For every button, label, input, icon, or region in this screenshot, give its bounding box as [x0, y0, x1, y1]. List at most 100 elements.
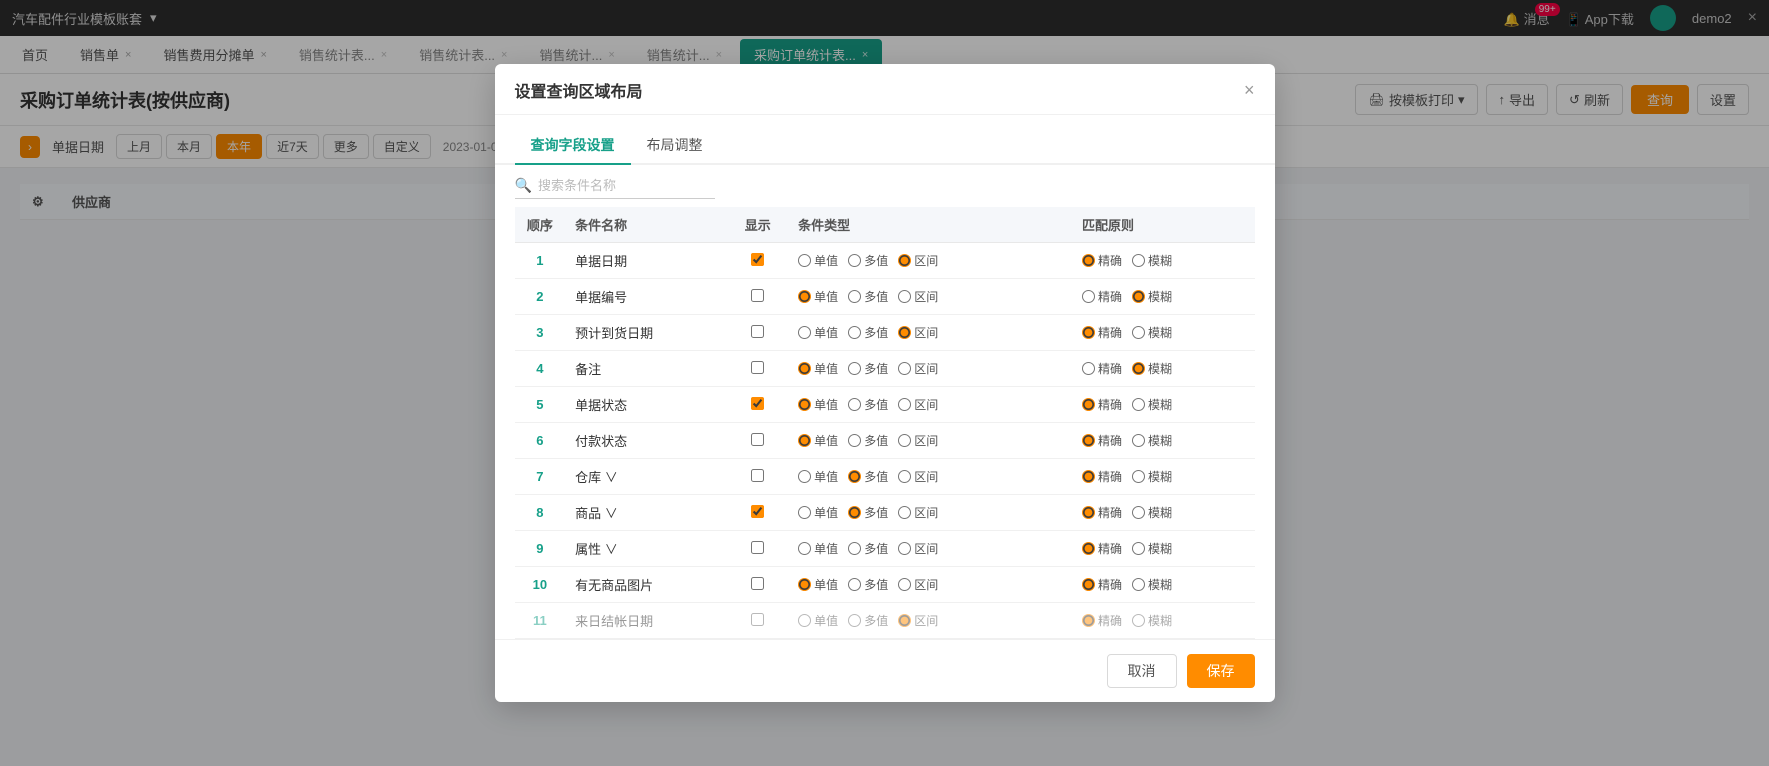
show-checkbox-10[interactable]: [751, 613, 764, 626]
show-checkbox-9[interactable]: [751, 577, 764, 590]
match-radio-label-3-0[interactable]: 精确: [1082, 360, 1122, 377]
row-match-8: 精确模糊: [1072, 531, 1255, 567]
row-match-4: 精确模糊: [1072, 387, 1255, 423]
match-radio-label-1-0[interactable]: 精确: [1082, 288, 1122, 305]
show-checkbox-3[interactable]: [751, 361, 764, 374]
save-btn[interactable]: 保存: [1187, 654, 1255, 688]
modal-tab-query-fields[interactable]: 查询字段设置: [515, 127, 631, 165]
match-radio-label-2-0[interactable]: 精确: [1082, 324, 1122, 341]
match-radio-label-5-0[interactable]: 精确: [1082, 432, 1122, 449]
row-show-0: [727, 243, 788, 279]
match-radio-label-10-1[interactable]: 模糊: [1132, 612, 1172, 629]
show-checkbox-4[interactable]: [751, 397, 764, 410]
th-type: 条件类型: [788, 207, 1072, 243]
match-radio-label-10-0[interactable]: 精确: [1082, 612, 1122, 629]
match-radio-label-7-0[interactable]: 精确: [1082, 504, 1122, 521]
type-radio-label-1-2[interactable]: 区间: [898, 288, 938, 305]
row-show-10: [727, 603, 788, 639]
type-radio-label-7-0[interactable]: 单值: [798, 504, 838, 521]
type-radio-label-2-1[interactable]: 多值: [848, 324, 888, 341]
type-radio-label-5-0[interactable]: 单值: [798, 432, 838, 449]
type-radio-label-8-0[interactable]: 单值: [798, 540, 838, 557]
row-type-1: 单值多值区间: [788, 279, 1072, 315]
fields-table: 顺序 条件名称 显示 条件类型 匹配原则 1单据日期单值多值区间精确模糊2单据编…: [515, 207, 1255, 639]
row-show-8: [727, 531, 788, 567]
type-radio-label-10-1[interactable]: 多值: [848, 612, 888, 629]
match-radio-label-0-0[interactable]: 精确: [1082, 252, 1122, 269]
type-radio-label-3-2[interactable]: 区间: [898, 360, 938, 377]
show-checkbox-1[interactable]: [751, 289, 764, 302]
show-checkbox-5[interactable]: [751, 433, 764, 446]
type-radio-label-3-1[interactable]: 多值: [848, 360, 888, 377]
row-name-1: 单据编号: [565, 279, 727, 315]
type-radio-label-9-1[interactable]: 多值: [848, 576, 888, 593]
type-radio-label-5-1[interactable]: 多值: [848, 432, 888, 449]
type-radio-label-4-0[interactable]: 单值: [798, 396, 838, 413]
th-order: 顺序: [515, 207, 566, 243]
type-radio-label-8-2[interactable]: 区间: [898, 540, 938, 557]
row-name-4: 单据状态: [565, 387, 727, 423]
type-radio-label-0-1[interactable]: 多值: [848, 252, 888, 269]
row-type-9: 单值多值区间: [788, 567, 1072, 603]
modal-overlay: 设置查询区域布局 × 查询字段设置 布局调整 🔍 顺序: [0, 0, 1769, 766]
row-show-2: [727, 315, 788, 351]
type-radio-label-0-0[interactable]: 单值: [798, 252, 838, 269]
modal-close-btn[interactable]: ×: [1244, 80, 1255, 101]
th-show: 显示: [727, 207, 788, 243]
type-radio-label-8-1[interactable]: 多值: [848, 540, 888, 557]
type-radio-label-7-1[interactable]: 多值: [848, 504, 888, 521]
match-radio-label-4-0[interactable]: 精确: [1082, 396, 1122, 413]
modal-search-area: 🔍: [495, 165, 1275, 207]
modal-title: 设置查询区域布局: [515, 78, 643, 102]
row-match-10: 精确模糊: [1072, 603, 1255, 639]
type-radio-label-1-1[interactable]: 多值: [848, 288, 888, 305]
match-radio-label-9-0[interactable]: 精确: [1082, 576, 1122, 593]
show-checkbox-2[interactable]: [751, 325, 764, 338]
show-checkbox-0[interactable]: [751, 253, 764, 266]
row-match-5: 精确模糊: [1072, 423, 1255, 459]
type-radio-label-10-2[interactable]: 区间: [898, 612, 938, 629]
row-name-9: 有无商品图片: [565, 567, 727, 603]
type-radio-label-6-0[interactable]: 单值: [798, 468, 838, 485]
type-radio-label-6-1[interactable]: 多值: [848, 468, 888, 485]
match-radio-label-6-1[interactable]: 模糊: [1132, 468, 1172, 485]
row-name-6: 仓库 ∨: [565, 459, 727, 495]
search-input[interactable]: [538, 178, 698, 193]
type-radio-label-7-2[interactable]: 区间: [898, 504, 938, 521]
type-radio-label-5-2[interactable]: 区间: [898, 432, 938, 449]
match-radio-label-8-1[interactable]: 模糊: [1132, 540, 1172, 557]
type-radio-label-1-0[interactable]: 单值: [798, 288, 838, 305]
type-radio-label-2-2[interactable]: 区间: [898, 324, 938, 341]
type-radio-label-2-0[interactable]: 单值: [798, 324, 838, 341]
type-radio-label-4-1[interactable]: 多值: [848, 396, 888, 413]
type-radio-label-3-0[interactable]: 单值: [798, 360, 838, 377]
modal-tab-bar: 查询字段设置 布局调整: [495, 115, 1275, 165]
match-radio-label-3-1[interactable]: 模糊: [1132, 360, 1172, 377]
type-radio-label-9-0[interactable]: 单值: [798, 576, 838, 593]
match-radio-label-6-0[interactable]: 精确: [1082, 468, 1122, 485]
match-radio-label-4-1[interactable]: 模糊: [1132, 396, 1172, 413]
cancel-btn[interactable]: 取消: [1107, 654, 1177, 688]
modal-tab-layout[interactable]: 布局调整: [631, 127, 719, 165]
show-checkbox-7[interactable]: [751, 505, 764, 518]
row-type-2: 单值多值区间: [788, 315, 1072, 351]
type-radio-label-0-2[interactable]: 区间: [898, 252, 938, 269]
match-radio-label-1-1[interactable]: 模糊: [1132, 288, 1172, 305]
match-radio-label-8-0[interactable]: 精确: [1082, 540, 1122, 557]
search-wrapper: 🔍: [515, 177, 715, 199]
row-match-1: 精确模糊: [1072, 279, 1255, 315]
th-name: 条件名称: [565, 207, 727, 243]
match-radio-label-5-1[interactable]: 模糊: [1132, 432, 1172, 449]
type-radio-label-6-2[interactable]: 区间: [898, 468, 938, 485]
show-checkbox-8[interactable]: [751, 541, 764, 554]
row-order-0: 1: [515, 243, 566, 279]
type-radio-label-10-0[interactable]: 单值: [798, 612, 838, 629]
type-radio-label-9-2[interactable]: 区间: [898, 576, 938, 593]
type-radio-label-4-2[interactable]: 区间: [898, 396, 938, 413]
match-radio-label-9-1[interactable]: 模糊: [1132, 576, 1172, 593]
th-match: 匹配原则: [1072, 207, 1255, 243]
match-radio-label-7-1[interactable]: 模糊: [1132, 504, 1172, 521]
show-checkbox-6[interactable]: [751, 469, 764, 482]
match-radio-label-0-1[interactable]: 模糊: [1132, 252, 1172, 269]
match-radio-label-2-1[interactable]: 模糊: [1132, 324, 1172, 341]
